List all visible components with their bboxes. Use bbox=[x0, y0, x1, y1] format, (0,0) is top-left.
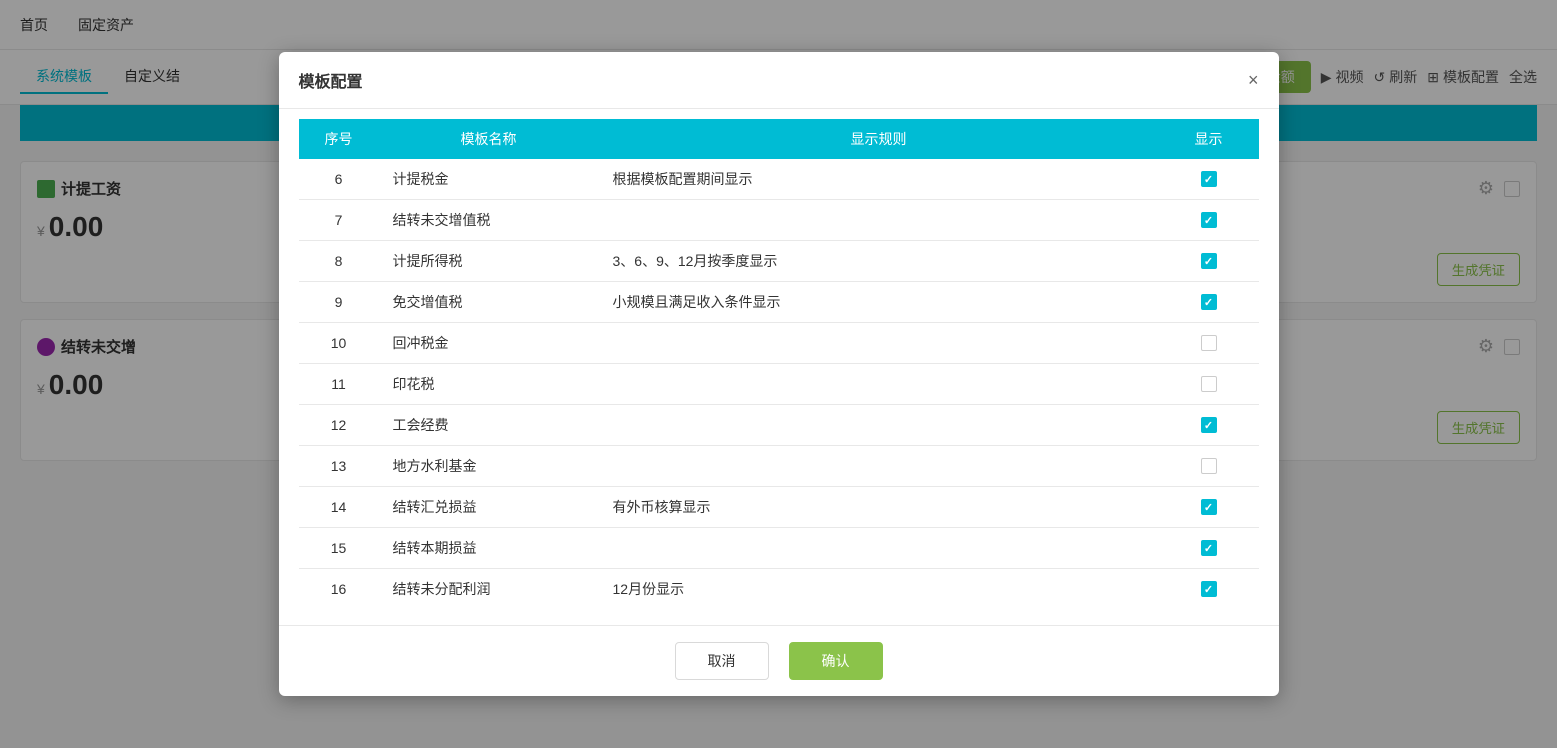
confirm-button[interactable]: 确认 bbox=[789, 642, 883, 680]
cell-rule-6 bbox=[599, 405, 1159, 446]
cell-checkbox-3[interactable] bbox=[1159, 282, 1259, 323]
cell-index-6: 12 bbox=[299, 405, 379, 446]
table-row: 16 结转未分配利润 12月份显示 bbox=[299, 569, 1259, 610]
checkbox-9[interactable] bbox=[1201, 540, 1217, 556]
cancel-button[interactable]: 取消 bbox=[675, 642, 769, 680]
cell-rule-7 bbox=[599, 446, 1159, 487]
cell-checkbox-7[interactable] bbox=[1159, 446, 1259, 487]
cell-rule-5 bbox=[599, 364, 1159, 405]
cell-index-5: 11 bbox=[299, 364, 379, 405]
cell-checkbox-9[interactable] bbox=[1159, 528, 1259, 569]
cell-checkbox-5[interactable] bbox=[1159, 364, 1259, 405]
cell-name-5: 印花税 bbox=[379, 364, 599, 405]
cell-name-9: 结转本期损益 bbox=[379, 528, 599, 569]
cell-name-6: 工会经费 bbox=[379, 405, 599, 446]
checkbox-7[interactable] bbox=[1201, 458, 1217, 474]
cell-name-1: 结转未交增值税 bbox=[379, 200, 599, 241]
table-row: 6 计提税金 根据模板配置期间显示 bbox=[299, 159, 1259, 200]
modal-overlay: 模板配置 × 序号 模板名称 显示规则 显示 6 计提税金 根据模板配置期间显示 bbox=[0, 0, 1557, 748]
cell-index-10: 16 bbox=[299, 569, 379, 610]
config-table: 序号 模板名称 显示规则 显示 6 计提税金 根据模板配置期间显示 7 结转未交… bbox=[299, 119, 1259, 609]
cell-rule-0: 根据模板配置期间显示 bbox=[599, 159, 1159, 200]
cell-name-2: 计提所得税 bbox=[379, 241, 599, 282]
modal-footer: 取消 确认 bbox=[279, 625, 1279, 696]
cell-index-7: 13 bbox=[299, 446, 379, 487]
table-row: 9 免交增值税 小规模且满足收入条件显示 bbox=[299, 282, 1259, 323]
table-row: 11 印花税 bbox=[299, 364, 1259, 405]
cell-rule-8: 有外币核算显示 bbox=[599, 487, 1159, 528]
cell-index-3: 9 bbox=[299, 282, 379, 323]
cell-rule-10: 12月份显示 bbox=[599, 569, 1159, 610]
checkbox-0[interactable] bbox=[1201, 171, 1217, 187]
cell-name-0: 计提税金 bbox=[379, 159, 599, 200]
table-row: 15 结转本期损益 bbox=[299, 528, 1259, 569]
table-row: 12 工会经费 bbox=[299, 405, 1259, 446]
col-display: 显示 bbox=[1159, 119, 1259, 159]
modal-body: 序号 模板名称 显示规则 显示 6 计提税金 根据模板配置期间显示 7 结转未交… bbox=[279, 109, 1279, 625]
cell-name-8: 结转汇兑损益 bbox=[379, 487, 599, 528]
checkbox-8[interactable] bbox=[1201, 499, 1217, 515]
template-config-modal: 模板配置 × 序号 模板名称 显示规则 显示 6 计提税金 根据模板配置期间显示 bbox=[279, 52, 1279, 696]
checkbox-1[interactable] bbox=[1201, 212, 1217, 228]
table-row: 14 结转汇兑损益 有外币核算显示 bbox=[299, 487, 1259, 528]
cell-name-4: 回冲税金 bbox=[379, 323, 599, 364]
modal-title: 模板配置 bbox=[299, 68, 363, 92]
modal-header: 模板配置 × bbox=[279, 52, 1279, 109]
table-header-row: 序号 模板名称 显示规则 显示 bbox=[299, 119, 1259, 159]
cell-index-9: 15 bbox=[299, 528, 379, 569]
cell-index-2: 8 bbox=[299, 241, 379, 282]
cell-checkbox-4[interactable] bbox=[1159, 323, 1259, 364]
cell-rule-1 bbox=[599, 200, 1159, 241]
cell-checkbox-0[interactable] bbox=[1159, 159, 1259, 200]
cell-rule-3: 小规模且满足收入条件显示 bbox=[599, 282, 1159, 323]
col-rule: 显示规则 bbox=[599, 119, 1159, 159]
cell-name-7: 地方水利基金 bbox=[379, 446, 599, 487]
table-row: 7 结转未交增值税 bbox=[299, 200, 1259, 241]
table-row: 8 计提所得税 3、6、9、12月按季度显示 bbox=[299, 241, 1259, 282]
cell-index-1: 7 bbox=[299, 200, 379, 241]
checkbox-6[interactable] bbox=[1201, 417, 1217, 433]
col-index: 序号 bbox=[299, 119, 379, 159]
cell-rule-9 bbox=[599, 528, 1159, 569]
cell-index-4: 10 bbox=[299, 323, 379, 364]
checkbox-3[interactable] bbox=[1201, 294, 1217, 310]
cell-name-3: 免交增值税 bbox=[379, 282, 599, 323]
cell-rule-4 bbox=[599, 323, 1159, 364]
checkbox-4[interactable] bbox=[1201, 335, 1217, 351]
modal-close-button[interactable]: × bbox=[1248, 71, 1259, 89]
cell-rule-2: 3、6、9、12月按季度显示 bbox=[599, 241, 1159, 282]
cell-checkbox-1[interactable] bbox=[1159, 200, 1259, 241]
cell-checkbox-10[interactable] bbox=[1159, 569, 1259, 610]
cell-checkbox-8[interactable] bbox=[1159, 487, 1259, 528]
cell-name-10: 结转未分配利润 bbox=[379, 569, 599, 610]
col-name: 模板名称 bbox=[379, 119, 599, 159]
table-row: 13 地方水利基金 bbox=[299, 446, 1259, 487]
checkbox-2[interactable] bbox=[1201, 253, 1217, 269]
cell-checkbox-6[interactable] bbox=[1159, 405, 1259, 446]
cell-checkbox-2[interactable] bbox=[1159, 241, 1259, 282]
checkbox-5[interactable] bbox=[1201, 376, 1217, 392]
cell-index-0: 6 bbox=[299, 159, 379, 200]
cell-index-8: 14 bbox=[299, 487, 379, 528]
table-row: 10 回冲税金 bbox=[299, 323, 1259, 364]
checkbox-10[interactable] bbox=[1201, 581, 1217, 597]
